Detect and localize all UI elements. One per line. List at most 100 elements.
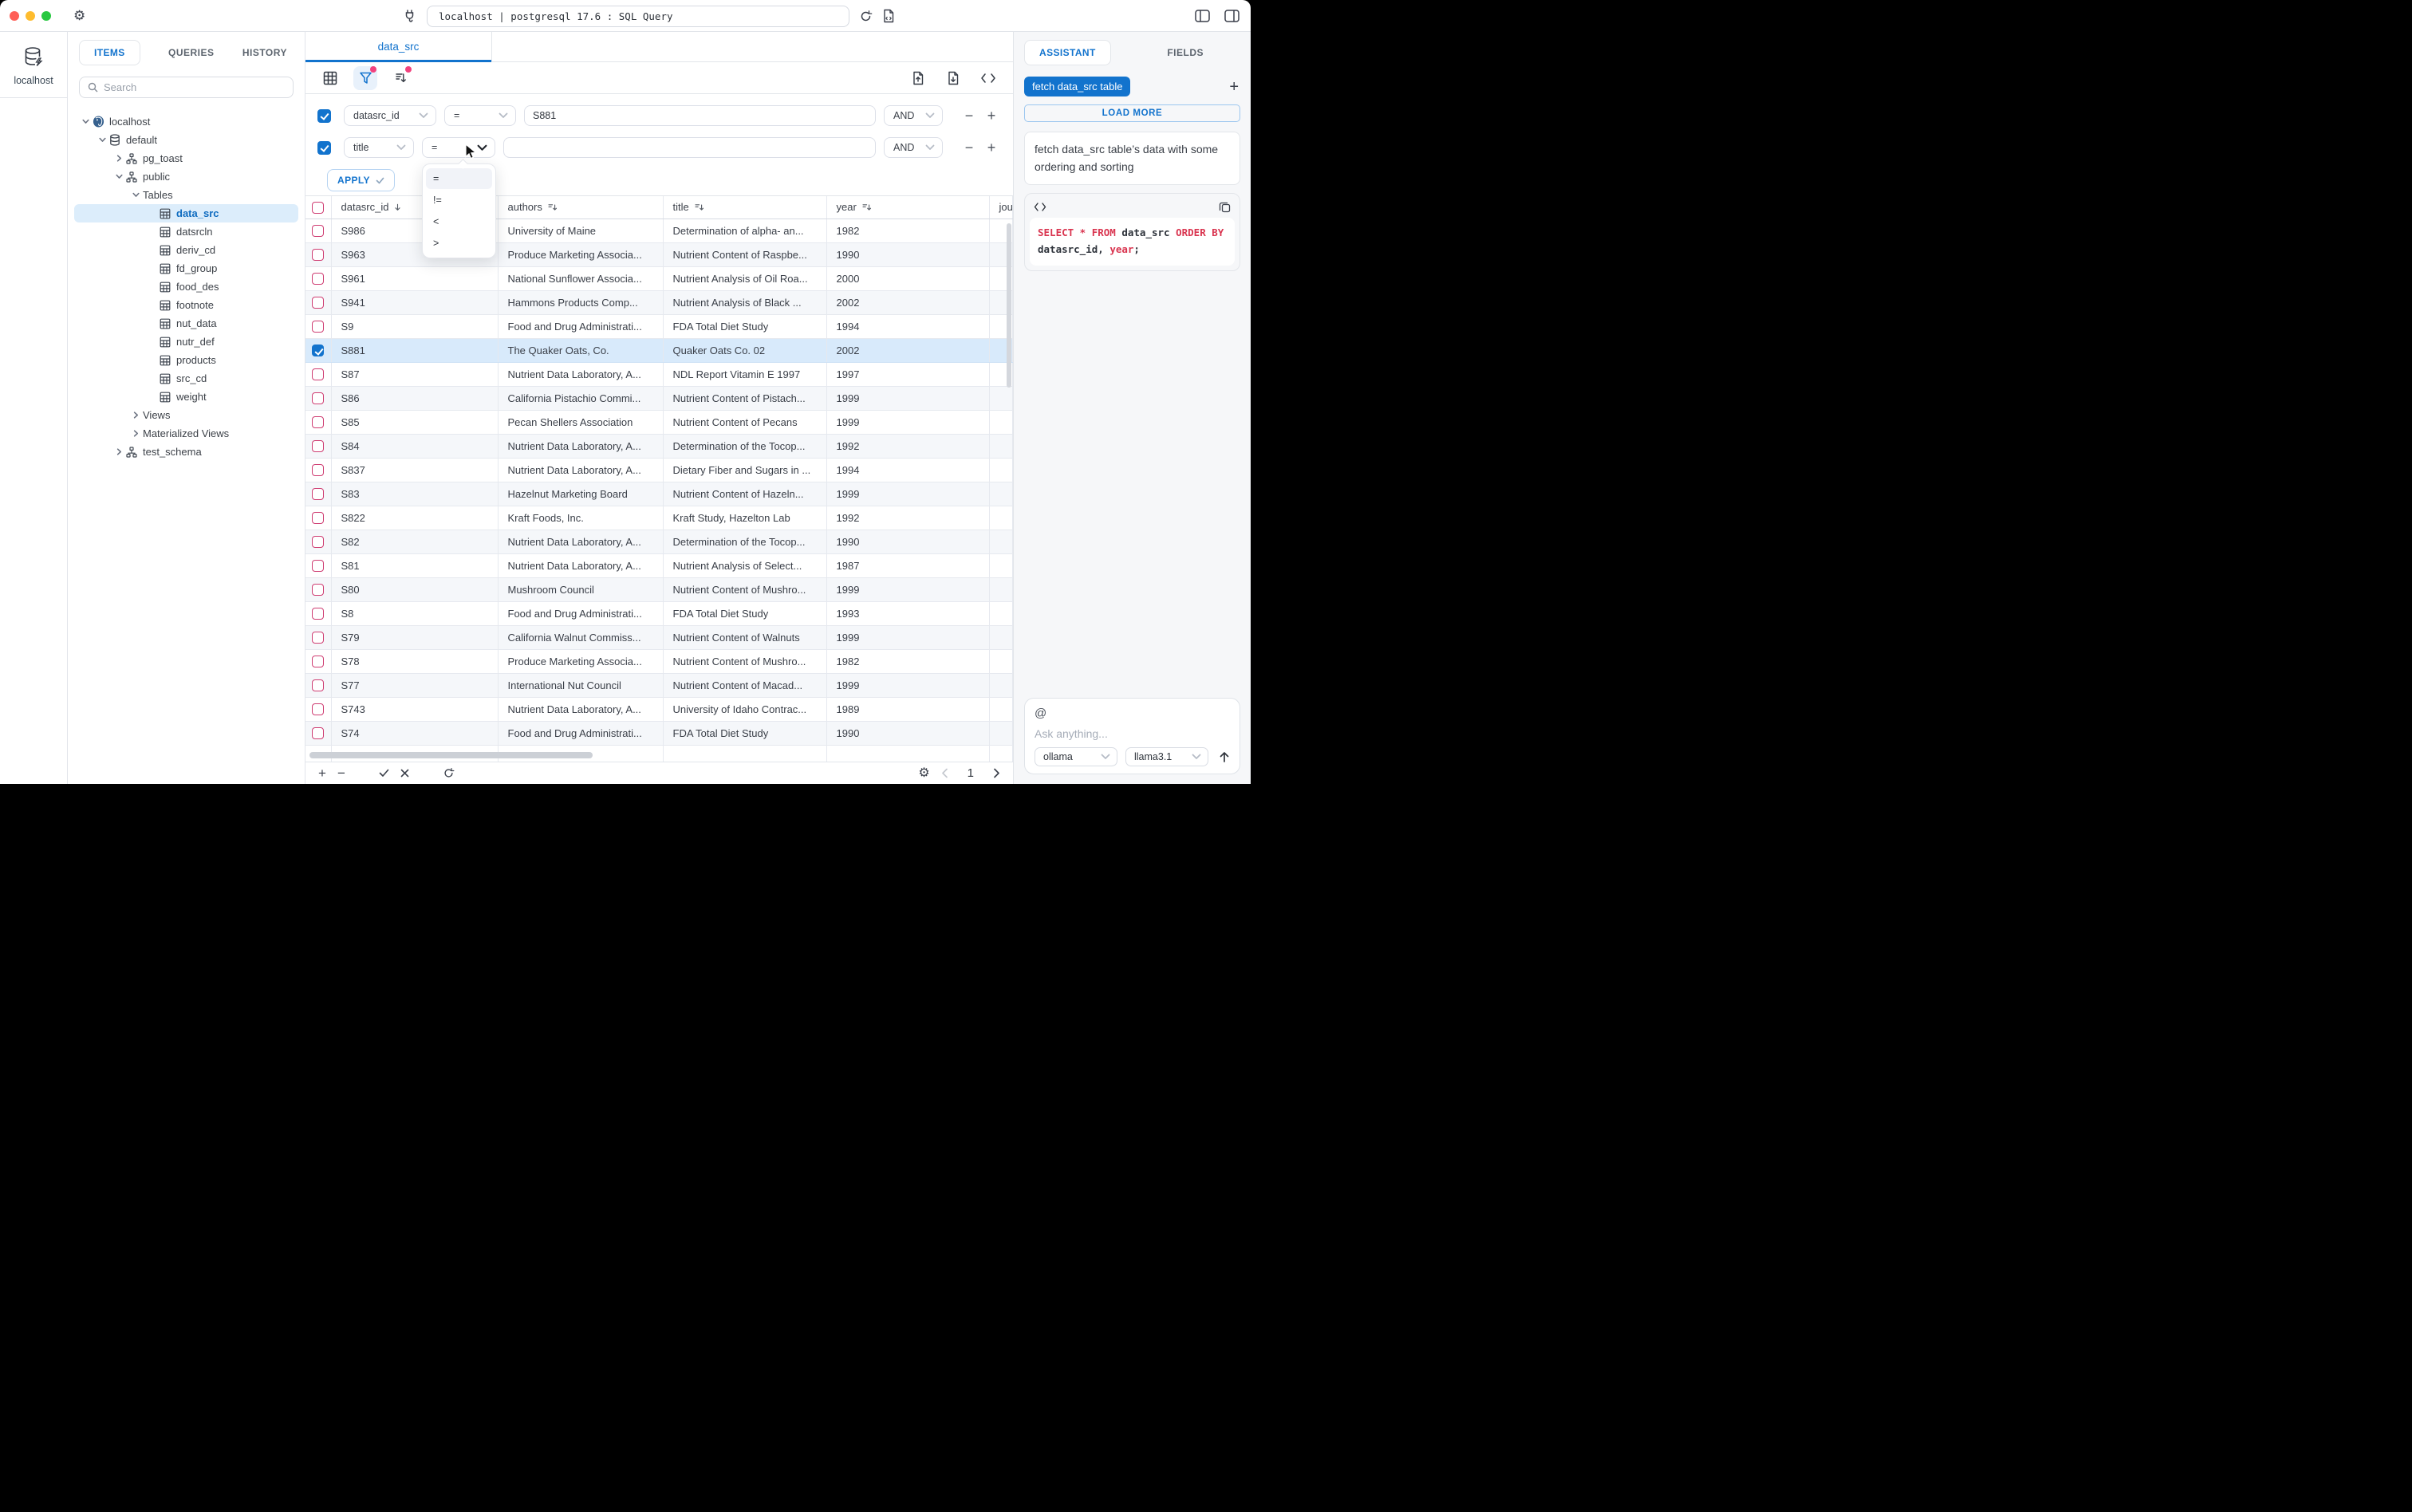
table-cell[interactable]: 1982 [826, 219, 990, 243]
table-cell[interactable]: S881 [331, 338, 499, 363]
table-row[interactable]: S941 Hammons Products Comp... Nutrient Ana… [305, 290, 1013, 315]
sql-file-icon[interactable] [882, 9, 895, 23]
table-cell[interactable]: Nutrient Content of Macad... [663, 673, 827, 698]
tree-item-footnote[interactable]: footnote [68, 296, 305, 314]
row-checkbox[interactable] [312, 584, 325, 597]
table-row[interactable]: S78 Produce Marketing Associa... Nutrient … [305, 649, 1013, 674]
tab-data-src[interactable]: data_src [305, 32, 492, 62]
tab-queries[interactable]: QUERIES [168, 47, 215, 58]
table-cell[interactable]: California Pistachio Commi... [498, 386, 664, 411]
row-checkbox[interactable] [312, 560, 325, 573]
table-cell[interactable]: 1990 [826, 242, 990, 267]
close-window-button[interactable] [10, 10, 19, 21]
table-cell[interactable]: 1992 [826, 434, 990, 459]
refresh-icon[interactable] [859, 10, 873, 23]
table-row[interactable]: S77 International Nut Council Nutrient Con… [305, 673, 1013, 698]
table-cell[interactable]: 1999 [826, 625, 990, 650]
table-cell[interactable]: S74 [331, 721, 499, 746]
table-cell[interactable]: 1987 [826, 553, 990, 578]
tree-item-default[interactable]: default [68, 131, 305, 149]
table-cell[interactable]: S85 [331, 410, 499, 435]
conversation-chip[interactable]: fetch data_src table [1024, 77, 1131, 96]
table-cell[interactable]: S84 [331, 434, 499, 459]
row-checkbox[interactable] [312, 416, 325, 429]
tree-item-views[interactable]: Views [68, 406, 305, 424]
table-cell[interactable]: FDA Total Diet Study [663, 314, 827, 339]
connection-localhost[interactable]: localhost [0, 32, 67, 98]
minimize-window-button[interactable] [26, 10, 35, 21]
filter-2-value-input[interactable] [503, 137, 876, 158]
filter-2-logic-select[interactable]: AND [884, 137, 943, 158]
table-cell[interactable]: 2002 [826, 338, 990, 363]
row-checkbox[interactable] [312, 321, 325, 333]
table-cell[interactable]: 1990 [826, 721, 990, 746]
table-cell[interactable]: University of Idaho Contrac... [663, 697, 827, 722]
tree-item-nutr-def[interactable]: nutr_def [68, 333, 305, 351]
table-cell[interactable]: 1999 [826, 386, 990, 411]
tree-item-public[interactable]: public [68, 167, 305, 186]
tab-history[interactable]: HISTORY [242, 47, 287, 58]
row-checkbox[interactable] [312, 368, 325, 381]
remove-filter-2-button[interactable]: − [962, 140, 976, 155]
operator-option[interactable]: < [426, 211, 492, 232]
tab-items[interactable]: ITEMS [79, 40, 140, 65]
table-row[interactable]: S74 Food and Drug Administrati... FDA Tota… [305, 721, 1013, 746]
table-cell[interactable]: Nutrient Data Laboratory, A... [498, 697, 664, 722]
table-cell[interactable]: S86 [331, 386, 499, 411]
table-cell[interactable]: S941 [331, 290, 499, 315]
table-cell[interactable]: 1982 [826, 649, 990, 674]
send-button[interactable] [1219, 751, 1230, 763]
chevron-closed-icon[interactable] [129, 429, 143, 438]
table-cell[interactable]: Determination of the Tocop... [663, 434, 827, 459]
table-cell[interactable]: FDA Total Diet Study [663, 721, 827, 746]
table-cell[interactable]: S77 [331, 673, 499, 698]
table-cell[interactable]: International Nut Council [498, 673, 664, 698]
refresh-results-button[interactable] [443, 767, 455, 779]
table-cell[interactable]: 1992 [826, 506, 990, 530]
table-cell[interactable]: Hammons Products Comp... [498, 290, 664, 315]
table-cell[interactable]: University of Maine [498, 219, 664, 243]
export-file-icon[interactable] [941, 66, 965, 90]
remove-row-button[interactable]: − [337, 766, 345, 782]
table-cell[interactable]: S81 [331, 553, 499, 578]
table-row[interactable]: S82 Nutrient Data Laboratory, A... Determi… [305, 530, 1013, 554]
table-row[interactable]: S881 The Quaker Oats, Co. Quaker Oats Co. … [305, 338, 1013, 363]
tab-fields[interactable]: FIELDS [1167, 47, 1204, 58]
filter-icon[interactable] [353, 65, 377, 90]
sidebar-search[interactable] [79, 77, 294, 98]
table-cell[interactable]: S82 [331, 530, 499, 554]
tree-item-data-src[interactable]: data_src [74, 204, 298, 222]
table-cell[interactable]: Nutrient Analysis of Black ... [663, 290, 827, 315]
table-cell[interactable]: Nutrient Content of Hazeln... [663, 482, 827, 506]
tree-item-products[interactable]: products [68, 351, 305, 369]
operator-option[interactable]: = [426, 168, 492, 189]
table-cell[interactable]: S837 [331, 458, 499, 482]
tab-assistant[interactable]: ASSISTANT [1024, 40, 1111, 65]
table-cell[interactable]: Nutrient Data Laboratory, A... [498, 362, 664, 387]
table-cell[interactable]: Nutrient Analysis of Oil Roa... [663, 266, 827, 291]
table-row[interactable]: S81 Nutrient Data Laboratory, A... Nutrien… [305, 553, 1013, 578]
table-row[interactable]: S963 Produce Marketing Associa... Nutrient… [305, 242, 1013, 267]
table-cell[interactable]: S79 [331, 625, 499, 650]
row-checkbox[interactable] [312, 488, 325, 501]
row-checkbox[interactable] [312, 632, 325, 644]
table-cell[interactable]: S8 [331, 601, 499, 626]
table-row[interactable]: S822 Kraft Foods, Inc. Kraft Study, Hazelt… [305, 506, 1013, 530]
chevron-closed-icon[interactable] [129, 411, 143, 419]
table-cell[interactable]: S9 [331, 314, 499, 339]
table-cell[interactable]: Kraft Study, Hazelton Lab [663, 506, 827, 530]
table-cell[interactable]: S961 [331, 266, 499, 291]
table-cell[interactable]: 1997 [826, 362, 990, 387]
table-cell[interactable]: Hazelnut Marketing Board [498, 482, 664, 506]
row-checkbox[interactable] [312, 608, 325, 620]
table-row[interactable]: S86 California Pistachio Commi... Nutrient… [305, 386, 1013, 411]
tree-item-src-cd[interactable]: src_cd [68, 369, 305, 388]
table-cell[interactable]: Nutrient Data Laboratory, A... [498, 553, 664, 578]
row-checkbox[interactable] [312, 249, 325, 262]
load-more-button[interactable]: LOAD MORE [1024, 104, 1240, 122]
next-page-button[interactable] [993, 768, 1000, 778]
remove-filter-1-button[interactable]: − [962, 108, 976, 123]
code-view-icon[interactable] [976, 66, 1000, 90]
row-checkbox[interactable] [312, 703, 325, 716]
chevron-open-icon[interactable] [79, 117, 93, 126]
